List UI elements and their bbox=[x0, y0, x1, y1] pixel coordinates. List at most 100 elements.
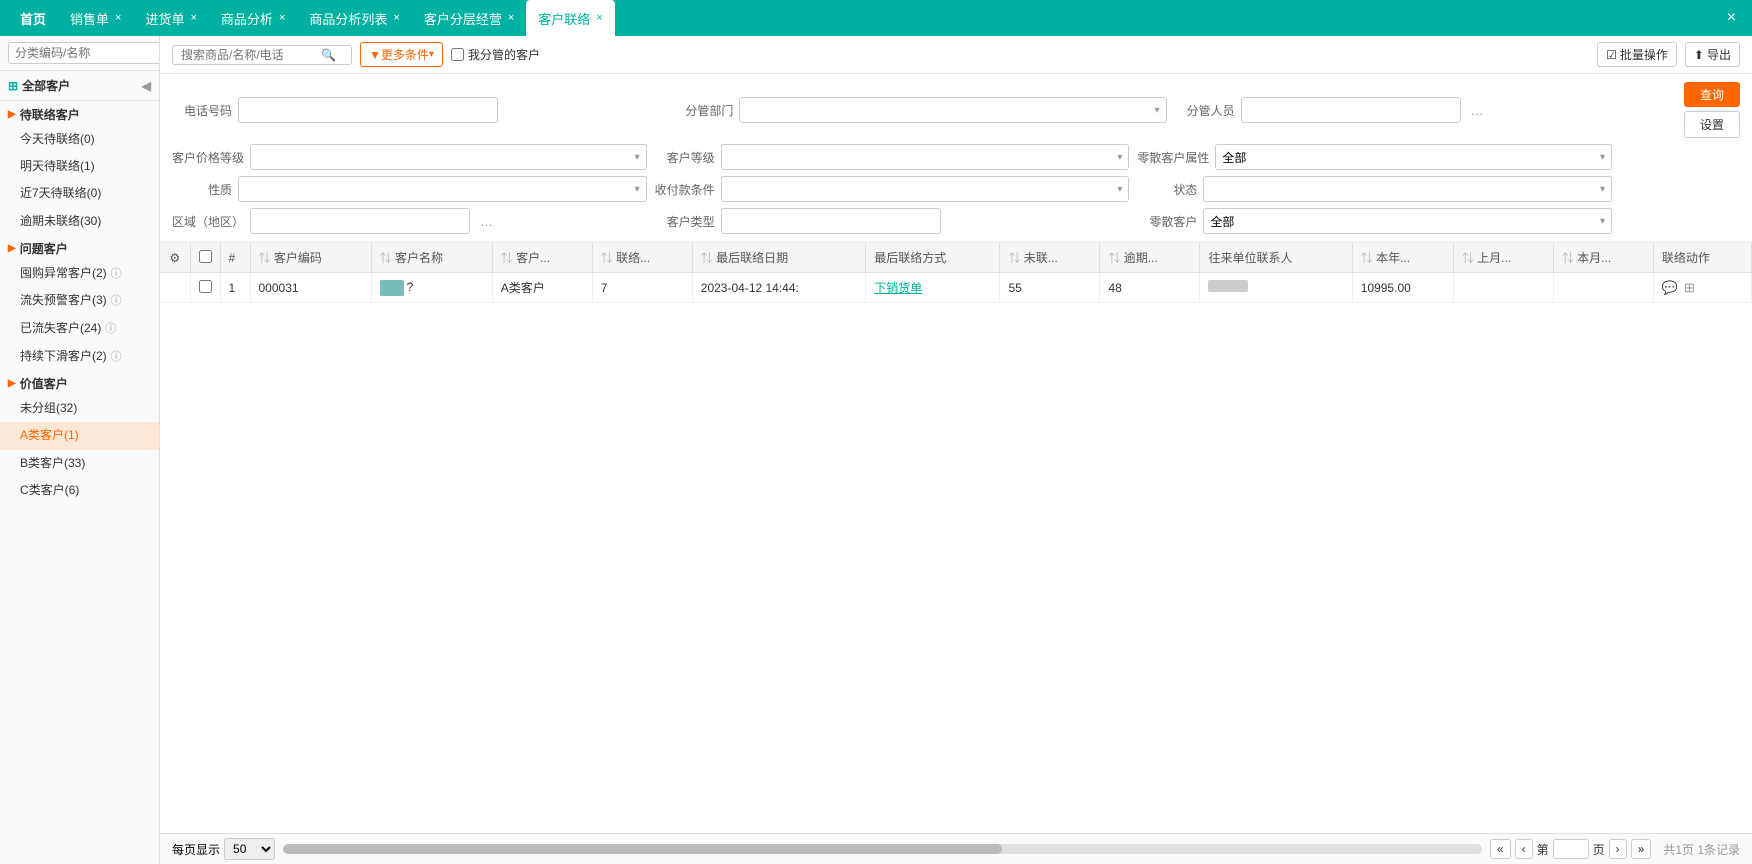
next-page-button[interactable]: › bbox=[1609, 839, 1627, 859]
first-page-button[interactable]: « bbox=[1490, 839, 1511, 859]
sidebar-item[interactable]: 未分组(32) bbox=[0, 395, 159, 422]
col-type[interactable]: ⇅ 客户... bbox=[492, 243, 592, 273]
nav-item-customer-contact[interactable]: 客户联络× bbox=[526, 0, 614, 36]
nav-item-customer-segment[interactable]: 客户分层经营× bbox=[412, 0, 526, 36]
customer-table: ⚙ # ⇅ 客户编码 ⇅ 客户名称 ⇅ 客户... bbox=[160, 243, 1752, 303]
nav-item-analysis-list[interactable]: 商品分析列表× bbox=[297, 0, 411, 36]
payment-select[interactable]: ▾ bbox=[721, 176, 1130, 202]
col-unit-contact[interactable]: 往来单位联系人 bbox=[1200, 243, 1352, 273]
window-close-button[interactable]: × bbox=[1719, 5, 1744, 31]
sidebar-item[interactable]: 逾期未联络(30) bbox=[0, 208, 159, 235]
settings-button[interactable]: 设置 bbox=[1684, 111, 1740, 138]
info-icon[interactable]: ⓘ bbox=[111, 268, 122, 280]
my-customers-checkbox-wrap[interactable]: 我分管的客户 bbox=[451, 46, 540, 63]
sidebar-section-value-customer[interactable]: ▶价值客户 bbox=[0, 370, 159, 395]
nav-close-analysis-list[interactable]: × bbox=[393, 12, 399, 24]
status-chevron-icon: ▾ bbox=[1600, 184, 1605, 195]
customer-type-label: 客户类型 bbox=[655, 213, 715, 230]
my-customers-checkbox[interactable] bbox=[451, 48, 464, 61]
nature-select[interactable]: ▾ bbox=[238, 176, 647, 202]
sidebar-item[interactable]: 囤购异常客户(2)ⓘ bbox=[0, 260, 159, 288]
col-this-month[interactable]: ⇅ 本月... bbox=[1553, 243, 1653, 273]
info-icon[interactable]: ⓘ bbox=[111, 295, 122, 307]
sidebar-item[interactable]: 今天待联络(0) bbox=[0, 126, 159, 153]
page-input[interactable]: 1 bbox=[1553, 839, 1589, 859]
sidebar-item[interactable]: 已流失客户(24)ⓘ bbox=[0, 315, 159, 343]
region-input[interactable] bbox=[250, 208, 470, 234]
more-conditions-button[interactable]: ▼ 更多条件 ▾ bbox=[360, 42, 443, 67]
customer-type-input[interactable] bbox=[721, 208, 941, 234]
bottom-bar: 每页显示 50 100 200 « ‹ 第 1 页 › » 共1页 1条记录 bbox=[160, 833, 1752, 864]
price-grade-select[interactable]: ▾ bbox=[250, 144, 647, 170]
nav-close-customer-segment[interactable]: × bbox=[508, 12, 514, 24]
nav-item-sales[interactable]: 销售单× bbox=[58, 0, 133, 36]
last-method-link[interactable]: 下销货单 bbox=[874, 281, 922, 295]
staff-input[interactable] bbox=[1241, 97, 1461, 123]
nav-item-home[interactable]: 首页 bbox=[8, 0, 58, 36]
sidebar-item[interactable]: 持续下滑客户(2)ⓘ bbox=[0, 343, 159, 371]
info-icon[interactable]: ⓘ bbox=[105, 323, 116, 335]
share-action-icon[interactable]: ⊞ bbox=[1684, 280, 1695, 296]
category-search-input[interactable] bbox=[8, 42, 160, 64]
info-icon[interactable]: ⓘ bbox=[111, 351, 122, 363]
sidebar-item[interactable]: A类客户(1) bbox=[0, 422, 159, 449]
last-page-button[interactable]: » bbox=[1631, 839, 1652, 859]
dept-select[interactable]: ▾ bbox=[739, 97, 1166, 123]
col-this-year[interactable]: ⇅ 本年... bbox=[1352, 243, 1453, 273]
nav-close-purchase[interactable]: × bbox=[190, 12, 196, 24]
col-last-date[interactable]: ⇅ 最后联络日期 bbox=[692, 243, 865, 273]
col-contact[interactable]: ⇅ 联络... bbox=[592, 243, 692, 273]
sidebar-section-pending-contact[interactable]: ▶待联络客户 bbox=[0, 101, 159, 126]
all-customers-header[interactable]: ⊞ 全部客户 ◀ bbox=[0, 71, 159, 101]
col-checkbox[interactable] bbox=[190, 243, 220, 273]
customer-grade-select[interactable]: ▾ bbox=[721, 144, 1130, 170]
select-all-checkbox[interactable] bbox=[199, 250, 212, 263]
status-select[interactable]: ▾ bbox=[1203, 176, 1612, 202]
chat-action-icon[interactable]: 💬 bbox=[1662, 280, 1678, 296]
sidebar-section-problem-customer[interactable]: ▶问题客户 bbox=[0, 235, 159, 260]
retail-attr-select[interactable]: 全部 ▾ bbox=[1215, 144, 1612, 170]
sidebar-item[interactable]: 近7天待联络(0) bbox=[0, 180, 159, 207]
prev-page-button[interactable]: ‹ bbox=[1515, 839, 1533, 859]
sidebar-item[interactable]: 流失预警客户(3)ⓘ bbox=[0, 287, 159, 315]
col-no-contact[interactable]: ⇅ 未联... bbox=[1000, 243, 1100, 273]
row-checkbox[interactable] bbox=[199, 280, 212, 293]
sidebar-item[interactable]: C类客户(6) bbox=[0, 477, 159, 504]
phone-input[interactable] bbox=[238, 97, 498, 123]
sidebar-item[interactable]: 明天待联络(1) bbox=[0, 153, 159, 180]
col-code[interactable]: ⇅ 客户编码 bbox=[250, 243, 371, 273]
customer-grade-chevron-icon: ▾ bbox=[1117, 152, 1122, 163]
row-last-method[interactable]: 下销货单 bbox=[866, 273, 1000, 303]
nav-item-analysis[interactable]: 商品分析× bbox=[209, 0, 297, 36]
col-code-sort-icon: ⇅ bbox=[259, 251, 271, 265]
per-page-select[interactable]: 50 100 200 bbox=[224, 838, 275, 860]
top-navigation: 首页销售单×进货单×商品分析×商品分析列表×客户分层经营×客户联络× × bbox=[0, 0, 1752, 36]
table-row: 1 000031 ? A类客户 7 2023-04-12 14:44: 下销货单… bbox=[160, 273, 1752, 303]
nav-close-sales[interactable]: × bbox=[115, 12, 121, 24]
export-button[interactable]: ⬆ 导出 bbox=[1685, 42, 1740, 67]
nav-close-customer-contact[interactable]: × bbox=[596, 12, 602, 24]
col-last-method[interactable]: 最后联络方式 bbox=[866, 243, 1000, 273]
table-body: 1 000031 ? A类客户 7 2023-04-12 14:44: 下销货单… bbox=[160, 273, 1752, 303]
row-unit-contact bbox=[1200, 273, 1352, 303]
batch-op-button[interactable]: ☑ 批量操作 bbox=[1597, 42, 1677, 67]
nav-close-analysis[interactable]: × bbox=[279, 12, 285, 24]
nav-item-purchase[interactable]: 进货单× bbox=[133, 0, 208, 36]
sidebar-collapse-icon[interactable]: ◀ bbox=[142, 79, 151, 93]
row-checkbox-cell[interactable] bbox=[190, 273, 220, 303]
col-last-month[interactable]: ⇅ 上月... bbox=[1453, 243, 1553, 273]
horizontal-scrollbar[interactable] bbox=[283, 844, 1482, 854]
main-search-icon[interactable]: 🔍 bbox=[321, 48, 336, 62]
retail-customer-select[interactable]: 全部 ▾ bbox=[1203, 208, 1612, 234]
sidebar-item[interactable]: B类客户(33) bbox=[0, 450, 159, 477]
export-icon: ⬆ bbox=[1694, 48, 1704, 62]
row-this-month bbox=[1553, 273, 1653, 303]
settings-col-icon[interactable]: ⚙ bbox=[169, 251, 180, 265]
staff-more-icon[interactable]: … bbox=[1467, 103, 1488, 118]
col-settings[interactable]: ⚙ bbox=[160, 243, 190, 273]
query-button[interactable]: 查询 bbox=[1684, 82, 1740, 107]
region-more-icon[interactable]: … bbox=[476, 214, 497, 229]
col-overdue[interactable]: ⇅ 逾期... bbox=[1100, 243, 1200, 273]
main-search-input[interactable] bbox=[181, 48, 321, 62]
col-name[interactable]: ⇅ 客户名称 bbox=[371, 243, 492, 273]
